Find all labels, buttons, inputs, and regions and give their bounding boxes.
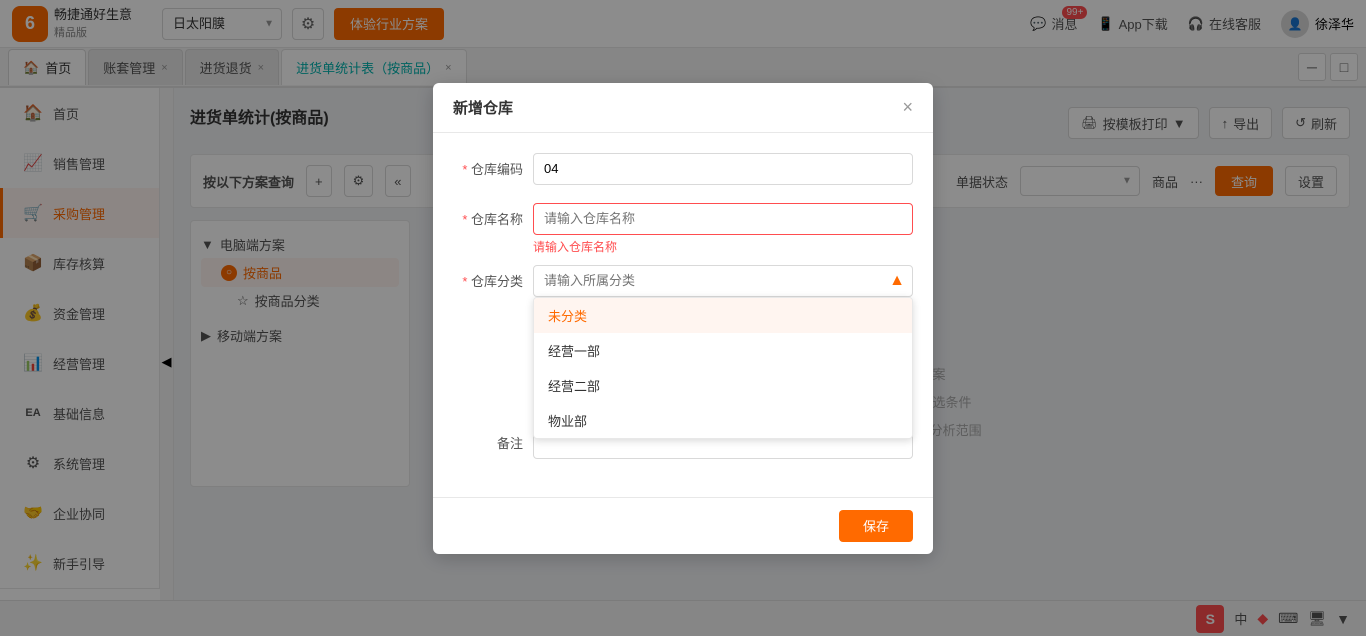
modal-footer: 保存 <box>433 497 933 554</box>
new-warehouse-modal: 新增仓库 × 仓库编码 仓库名称 请输入仓库名称 仓库分类 <box>433 83 933 554</box>
form-row-name: 仓库名称 请输入仓库名称 <box>453 203 913 235</box>
modal-title: 新增仓库 <box>453 97 513 118</box>
modal-body: 仓库编码 仓库名称 请输入仓库名称 仓库分类 ▲ <box>433 133 933 497</box>
name-input[interactable] <box>533 203 913 235</box>
category-input-wrapper: ▲ <box>533 265 913 297</box>
name-error-msg: 请输入仓库名称 <box>533 238 617 255</box>
chevron-up-icon: ▲ <box>889 272 905 290</box>
form-row-code: 仓库编码 <box>453 153 913 185</box>
name-label: 仓库名称 <box>453 203 533 228</box>
category-input[interactable] <box>533 265 913 297</box>
save-btn[interactable]: 保存 <box>839 510 913 542</box>
modal-overlay[interactable]: 新增仓库 × 仓库编码 仓库名称 请输入仓库名称 仓库分类 <box>0 0 1366 636</box>
category-toggle-btn[interactable]: ▲ <box>889 272 905 290</box>
modal-close-btn[interactable]: × <box>902 97 913 118</box>
code-label: 仓库编码 <box>453 153 533 178</box>
dropdown-item-unclassified[interactable]: 未分类 <box>534 298 912 333</box>
code-input[interactable] <box>533 153 913 185</box>
category-dropdown: 未分类 经营一部 经营二部 物业部 <box>533 297 913 439</box>
dropdown-item-dept2[interactable]: 经营二部 <box>534 368 912 403</box>
dropdown-item-dept1[interactable]: 经营一部 <box>534 333 912 368</box>
dropdown-item-dept3[interactable]: 物业部 <box>534 403 912 438</box>
category-label: 仓库分类 <box>453 265 533 290</box>
notes-label: 备注 <box>453 427 533 452</box>
form-row-category: 仓库分类 ▲ 未分类 经营一部 经营二部 物业部 <box>453 265 913 297</box>
modal-header: 新增仓库 × <box>433 83 933 133</box>
